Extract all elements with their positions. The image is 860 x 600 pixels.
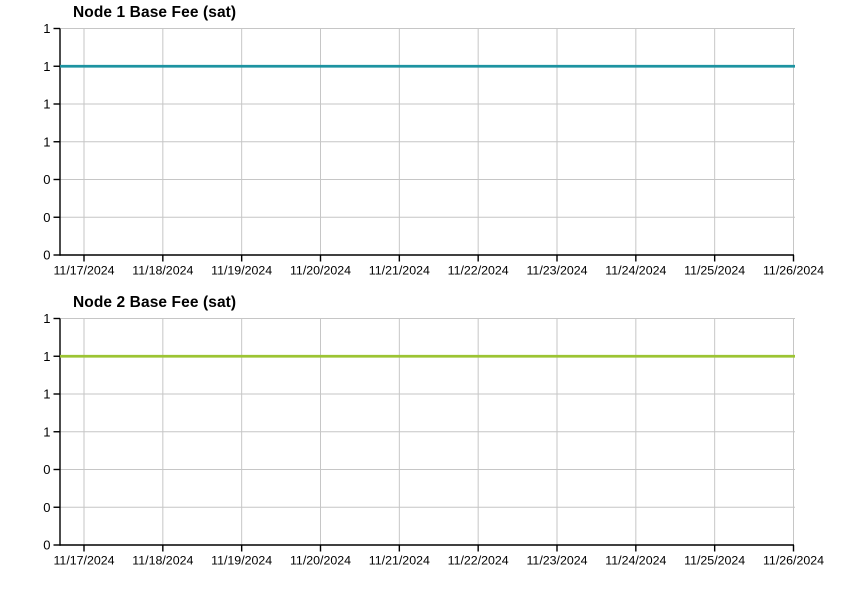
x-tick-labels: 11/17/2024 11/18/2024 11/19/2024 11/20/2024…	[53, 264, 824, 278]
x-tick-label: 11/18/2024	[132, 554, 193, 568]
x-tick-labels: 11/17/2024 11/18/2024 11/19/2024 11/20/2024…	[53, 554, 824, 568]
y-tick-label: 0	[43, 500, 50, 515]
y-tick-label: 1	[43, 387, 50, 402]
x-tick-label: 11/17/2024	[53, 554, 114, 568]
y-tick-labels: 0 0 0 1 1 1 1	[43, 21, 50, 263]
y-tick-label: 1	[43, 349, 50, 364]
x-tick-label: 11/17/2024	[53, 264, 114, 278]
x-tick-label: 11/20/2024	[290, 554, 351, 568]
y-tick-label: 1	[43, 424, 50, 439]
x-tick-label: 11/19/2024	[211, 554, 272, 568]
x-tick-label: 11/20/2024	[290, 264, 351, 278]
x-tick-label: 11/26/2024	[763, 554, 824, 568]
y-tick-label: 1	[43, 311, 50, 326]
y-tick-label: 1	[43, 59, 50, 74]
x-tick-label: 11/22/2024	[448, 264, 509, 278]
y-tick-label: 1	[43, 97, 50, 112]
x-tick-label: 11/24/2024	[605, 264, 666, 278]
y-tick-labels: 0 0 0 1 1 1 1	[43, 311, 50, 552]
x-tick-label: 11/19/2024	[211, 264, 272, 278]
node-2-base-fee-plot: 000111111/17/2024 11/18/2024 11/19/2024 11/…	[43, 311, 824, 568]
x-tick-label: 11/24/2024	[605, 554, 666, 568]
horizontal-gridlines	[60, 318, 795, 508]
y-tick-label: 0	[43, 210, 50, 225]
base-fee-charts-page: Node 1 Base Fee (sat) 0 0 0 1 1 1 1 11/17/2024 1…	[0, 0, 860, 600]
y-tick-label: 1	[43, 134, 50, 149]
x-tick-label: 11/21/2024	[369, 264, 430, 278]
y-tick-label: 0	[43, 462, 50, 477]
y-tick-label: 1	[43, 21, 50, 36]
y-tick-label: 0	[43, 172, 50, 187]
x-tick-label: 11/23/2024	[526, 554, 587, 568]
node-1-base-fee-plot: 000111111/17/2024 11/18/2024 11/19/2024 11/…	[43, 21, 824, 278]
y-tick-label: 0	[43, 248, 50, 263]
y-tick-label: 0	[43, 538, 50, 553]
tick-marks	[53, 317, 795, 552]
node-2-base-fee-chart: Node 2 Base Fee (sat) 0 0 0 1 1 1 1 11/17/2024 1…	[0, 290, 860, 580]
node-1-base-fee-chart: Node 1 Base Fee (sat) 0 0 0 1 1 1 1 11/17/2024 1…	[0, 0, 860, 290]
x-tick-label: 11/23/2024	[526, 264, 587, 278]
tick-marks	[53, 27, 795, 262]
x-tick-label: 11/25/2024	[684, 264, 745, 278]
x-tick-label: 11/26/2024	[763, 264, 824, 278]
x-tick-label: 11/21/2024	[369, 554, 430, 568]
horizontal-gridlines	[60, 28, 795, 218]
x-tick-label: 11/18/2024	[132, 264, 193, 278]
x-tick-label: 11/25/2024	[684, 554, 745, 568]
x-tick-label: 11/22/2024	[448, 554, 509, 568]
